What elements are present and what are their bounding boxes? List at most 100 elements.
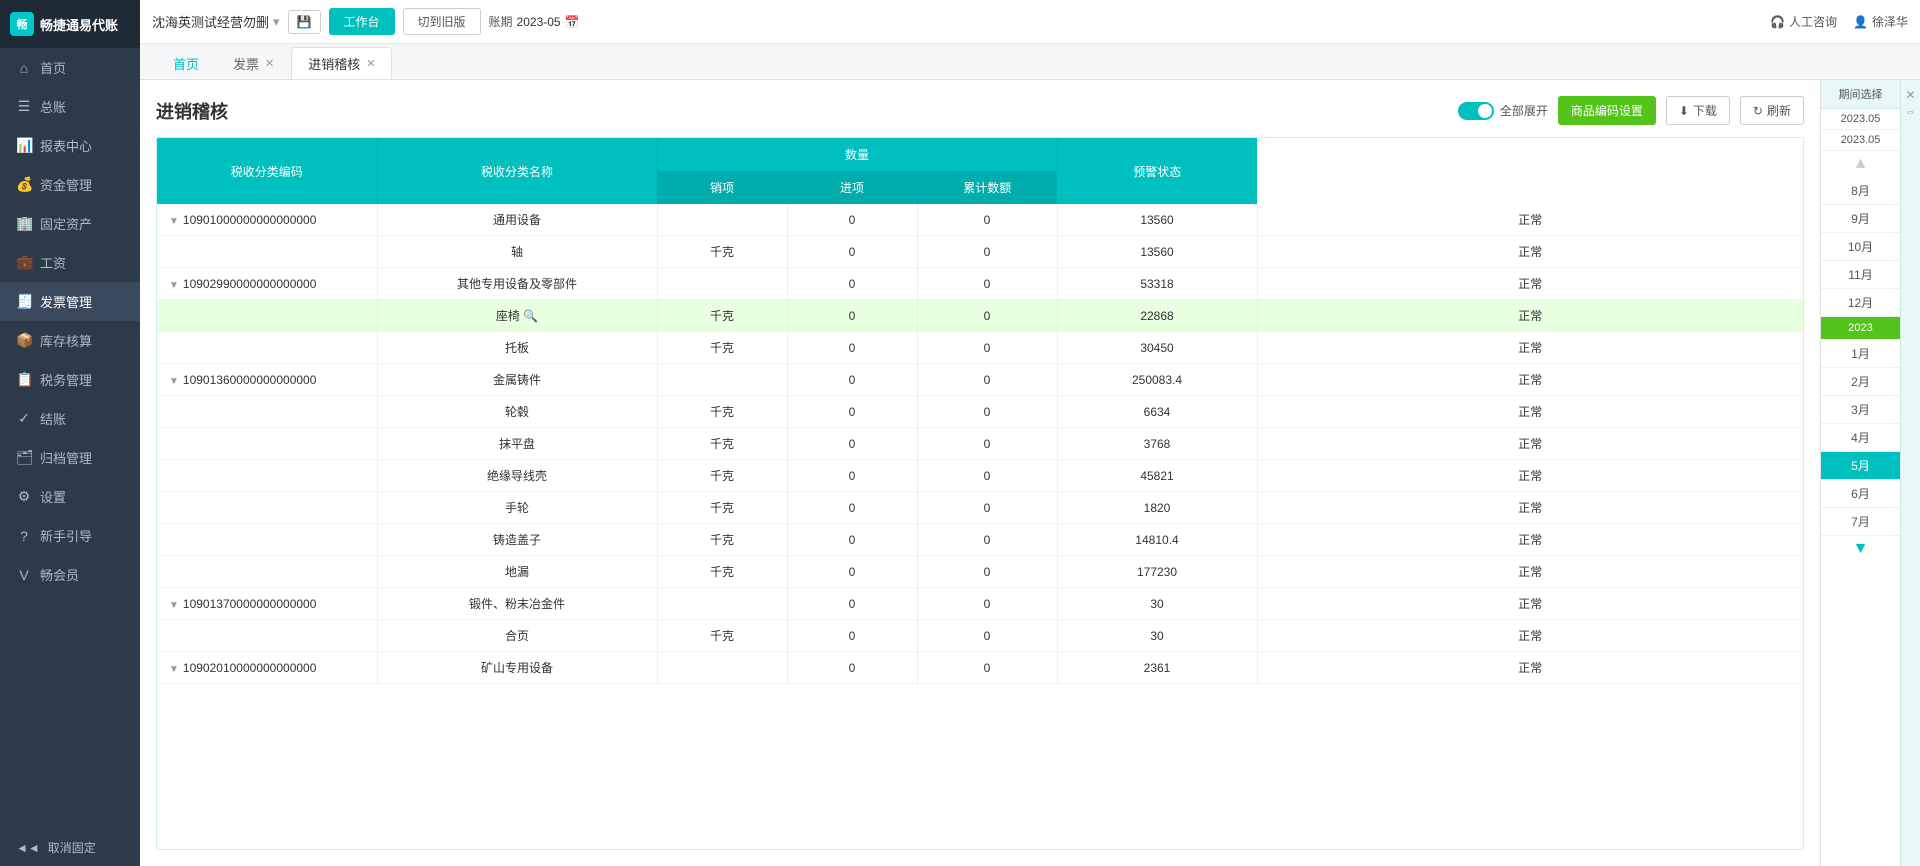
- payroll-icon: 💼: [16, 254, 32, 271]
- period-month-row[interactable]: 9月: [1821, 205, 1900, 233]
- sidebar-item-tax[interactable]: 📋 税务管理: [0, 360, 140, 399]
- sidebar-item-settle[interactable]: ✓ 结账: [0, 399, 140, 438]
- table-cell-unit: 千克: [657, 460, 787, 492]
- table-cell-purchase: 0: [917, 396, 1057, 428]
- sidebar-item-report[interactable]: 📊 报表中心: [0, 126, 140, 165]
- period-month-row[interactable]: 11月: [1821, 261, 1900, 289]
- settings-icon: ⚙: [16, 488, 32, 505]
- expand-icon[interactable]: ▼: [169, 280, 179, 291]
- save-icon: 💾: [297, 15, 312, 29]
- expand-icon[interactable]: ▼: [169, 600, 179, 611]
- panel-collapse-icon[interactable]: ✕: [1905, 88, 1915, 102]
- support-button[interactable]: 🎧 人工咨询: [1770, 13, 1837, 30]
- sidebar-item-payroll[interactable]: 💼 工资: [0, 243, 140, 282]
- refresh-btn[interactable]: ↻ 刷新: [1740, 96, 1804, 125]
- panel-expand-icon[interactable]: ⇔: [1905, 106, 1916, 118]
- table-cell-sales: 0: [787, 428, 917, 460]
- support-label: 人工咨询: [1789, 13, 1837, 30]
- switch-version-button[interactable]: 切到旧版: [403, 8, 481, 35]
- th-purchase: 进项: [787, 171, 917, 204]
- sidebar-item-archive[interactable]: 🗂 归档管理: [0, 438, 140, 477]
- table-cell-purchase: 0: [917, 332, 1057, 364]
- sidebar-item-assets[interactable]: 🏢 固定资产: [0, 204, 140, 243]
- sidebar-item-label: 归档管理: [40, 448, 92, 467]
- expand-icon[interactable]: ▼: [169, 216, 179, 227]
- sidebar-item-label: 结账: [40, 409, 66, 428]
- table-cell-total: 45821: [1057, 460, 1257, 492]
- period-month-row[interactable]: 6月: [1821, 480, 1900, 508]
- period-year-top-2: 2023.05: [1821, 130, 1900, 151]
- magnify-icon[interactable]: 🔍: [523, 309, 538, 323]
- tab-home[interactable]: 首页: [156, 47, 216, 79]
- table-cell-name: 铸造盖子: [377, 524, 657, 556]
- table-cell-warning: 正常: [1257, 460, 1803, 492]
- period-month-row[interactable]: 3月: [1821, 396, 1900, 424]
- period-month-row[interactable]: 2月: [1821, 368, 1900, 396]
- table-cell-unit: 千克: [657, 396, 787, 428]
- period-month-row[interactable]: 12月: [1821, 289, 1900, 317]
- table-cell-name: 锻件、粉末冶金件: [377, 588, 657, 620]
- expand-icon[interactable]: ▼: [169, 376, 179, 387]
- sidebar-item-finance[interactable]: 💰 资金管理: [0, 165, 140, 204]
- archive-icon-btn[interactable]: 💾: [288, 10, 321, 34]
- table-cell-purchase: 0: [917, 556, 1057, 588]
- table-cell-purchase: 0: [917, 428, 1057, 460]
- headset-icon: 🎧: [1770, 15, 1785, 29]
- table-cell-code: ▼10902990000000000000: [157, 268, 377, 300]
- table-cell-sales: 0: [787, 524, 917, 556]
- workbench-button[interactable]: 工作台: [329, 8, 395, 35]
- sidebar-item-inventory[interactable]: 📦 库存核算: [0, 321, 140, 360]
- sidebar-item-invoice[interactable]: 🧾 发票管理: [0, 282, 140, 321]
- table-cell-unit: [657, 204, 787, 236]
- th-quantity-group: 数量: [657, 138, 1057, 171]
- table-cell-total: 3768: [1057, 428, 1257, 460]
- table-cell-warning: 正常: [1257, 652, 1803, 684]
- table-cell-warning: 正常: [1257, 300, 1803, 332]
- expand-icon[interactable]: ▼: [169, 664, 179, 675]
- product-code-btn[interactable]: 商品编码设置: [1558, 96, 1656, 125]
- period-label: 账期: [489, 13, 513, 30]
- tab-invoice-close[interactable]: ✕: [265, 57, 274, 70]
- period-month-row[interactable]: 5月: [1821, 452, 1900, 480]
- period-month-row[interactable]: 10月: [1821, 233, 1900, 261]
- table-cell-purchase: 0: [917, 620, 1057, 652]
- period-month-row[interactable]: 8月: [1821, 177, 1900, 205]
- table-cell-purchase: 0: [917, 588, 1057, 620]
- table-cell-total: 22868: [1057, 300, 1257, 332]
- unpin-button[interactable]: ◄◄ 取消固定: [0, 829, 140, 866]
- page-title-row: 进销稽核 全部展开 商品编码设置 ⬇ 下载 ↻ 刷新: [156, 96, 1804, 125]
- table-cell-sales: 0: [787, 204, 917, 236]
- inventory-icon: 📦: [16, 332, 32, 349]
- sidebar-item-label: 设置: [40, 487, 66, 506]
- table-cell-name: 抹平盘: [377, 428, 657, 460]
- tab-invoice[interactable]: 发票 ✕: [216, 47, 291, 79]
- sidebar-item-home[interactable]: ⌂ 首页: [0, 48, 140, 87]
- tab-check-close[interactable]: ✕: [366, 57, 375, 70]
- invoice-icon: 🧾: [16, 293, 32, 310]
- period-month-row[interactable]: 7月: [1821, 508, 1900, 536]
- sidebar-item-label: 税务管理: [40, 370, 92, 389]
- table-cell-name: 其他专用设备及零部件: [377, 268, 657, 300]
- period-scroll-down[interactable]: ▼: [1821, 536, 1900, 562]
- table-cell-unit: 千克: [657, 332, 787, 364]
- period-scroll-up[interactable]: ▲: [1821, 151, 1900, 177]
- table-cell-unit: [657, 268, 787, 300]
- download-btn[interactable]: ⬇ 下载: [1666, 96, 1730, 125]
- company-selector[interactable]: 沈海英测试经营勿删 ▾: [152, 12, 280, 31]
- sidebar-item-guide[interactable]: ? 新手引导: [0, 516, 140, 555]
- period-month-row[interactable]: 4月: [1821, 424, 1900, 452]
- table-cell-sales: 0: [787, 300, 917, 332]
- calendar-icon[interactable]: 📅: [565, 15, 580, 29]
- table-cell-code: [157, 428, 377, 460]
- sidebar-item-ledger[interactable]: ☰ 总账: [0, 87, 140, 126]
- table-cell-unit: 千克: [657, 300, 787, 332]
- sidebar-item-member[interactable]: V 畅会员: [0, 555, 140, 594]
- expand-toggle[interactable]: [1458, 102, 1494, 120]
- sidebar-item-settings[interactable]: ⚙ 设置: [0, 477, 140, 516]
- user-profile[interactable]: 👤 徐泽华: [1853, 13, 1908, 30]
- tab-check[interactable]: 进销稽核 ✕: [291, 47, 392, 79]
- th-tax-code: 税收分类编码: [157, 138, 377, 204]
- table-cell-name: 轮毂: [377, 396, 657, 428]
- period-month-row[interactable]: 1月: [1821, 340, 1900, 368]
- table-cell-purchase: 0: [917, 460, 1057, 492]
